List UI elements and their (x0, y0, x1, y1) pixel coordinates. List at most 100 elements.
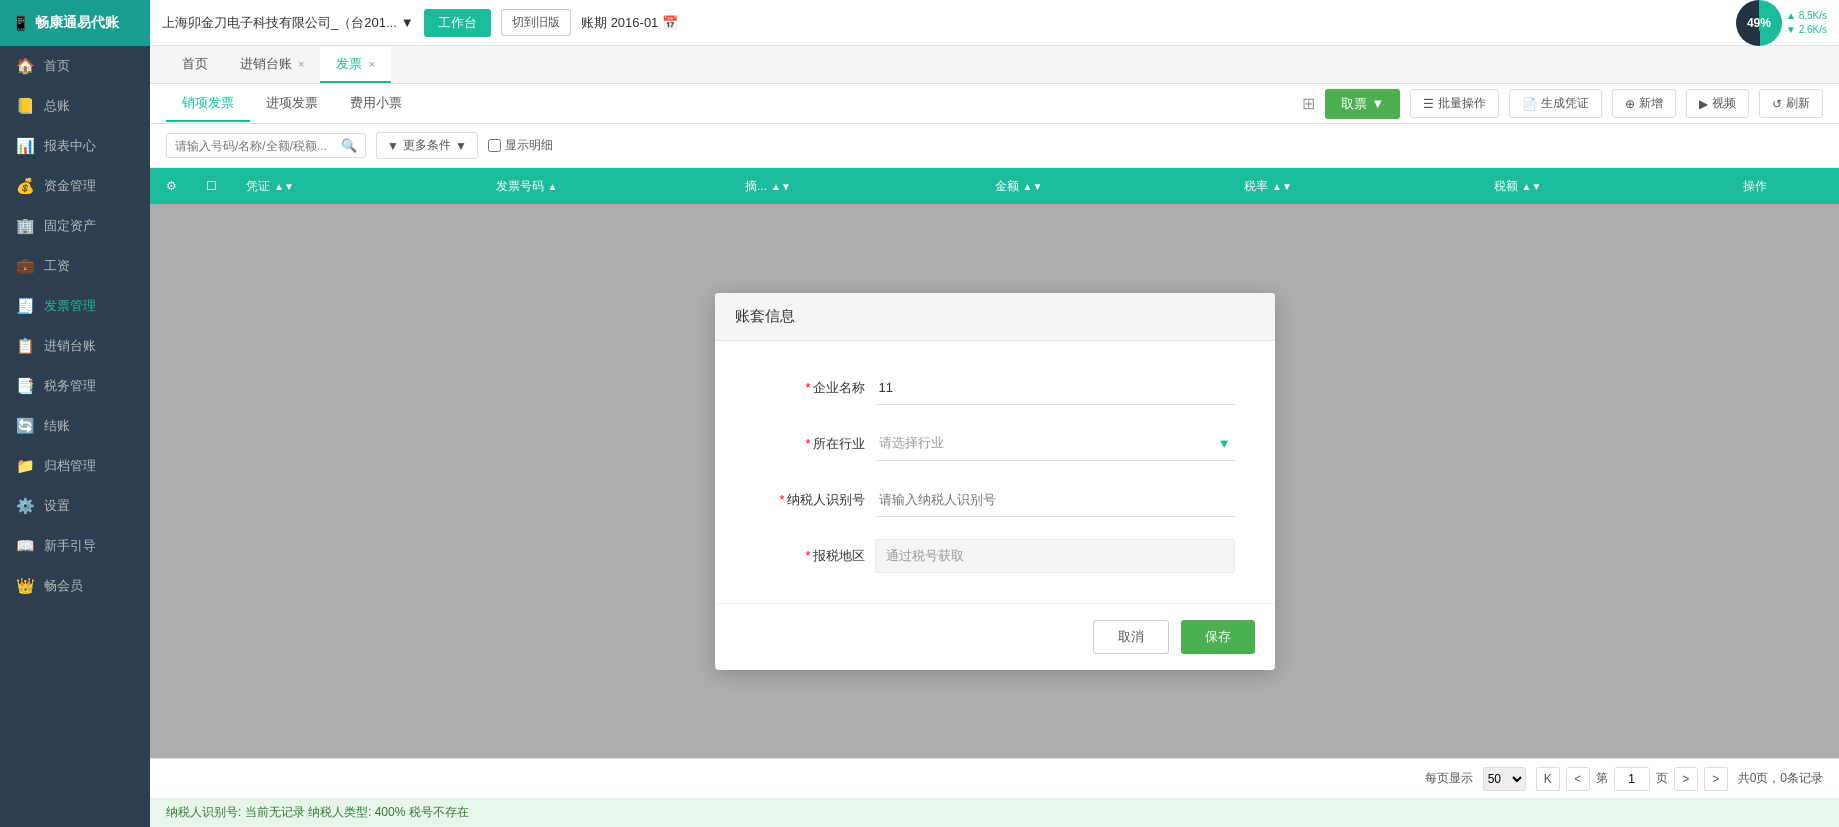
logo-icon: 📱 (12, 15, 29, 31)
cancel-button[interactable]: 取消 (1093, 620, 1169, 654)
subtab-label-1: 进项发票 (266, 95, 318, 110)
sidebar-item-5[interactable]: 💼工资 (0, 246, 150, 286)
sidebar-item-9[interactable]: 🔄结账 (0, 406, 150, 446)
tax-id-label: *纳税人识别号 (755, 491, 865, 509)
save-button[interactable]: 保存 (1181, 620, 1255, 654)
per-page-select[interactable]: 50 100 (1483, 767, 1526, 791)
grid-icon[interactable]: ⊞ (1302, 94, 1315, 113)
show-detail-checkbox[interactable]: 显示明细 (488, 137, 553, 154)
dialog-body: *企业名称 *所在行业 请选择行业 ▼ (715, 341, 1275, 603)
sidebar-item-11[interactable]: ⚙️设置 (0, 486, 150, 526)
topbar-right: 49% ▲ 8.5K/s ▼ 2.6K/s (1736, 0, 1827, 46)
refresh-button[interactable]: ↺ 刷新 (1759, 89, 1823, 118)
th-voucher: 凭证 ▲▼ (246, 178, 496, 195)
search-box[interactable]: 🔍 (166, 133, 366, 158)
switch-old-button[interactable]: 切到旧版 (501, 9, 571, 36)
sidebar-icon-10: 📁 (16, 457, 34, 475)
calendar-icon[interactable]: 📅 (662, 15, 678, 30)
tab-label-0: 首页 (182, 55, 208, 73)
account-info-dialog: 账套信息 *企业名称 *所在行业 (715, 293, 1275, 670)
company-name-label: *企业名称 (755, 379, 865, 397)
content-area: 账套信息 *企业名称 *所在行业 (150, 204, 1839, 758)
sidebar-label-8: 税务管理 (44, 377, 96, 395)
sidebar-label-4: 固定资产 (44, 217, 96, 235)
last-page-button[interactable]: > (1704, 767, 1728, 791)
company-selector[interactable]: 上海卯金刀电子科技有限公司_（台201... ▼ (162, 14, 414, 32)
company-name-text: 上海卯金刀电子科技有限公司_（台201... (162, 14, 397, 32)
subtab-0[interactable]: 销项发票 (166, 86, 250, 122)
sidebar-item-1[interactable]: 📒 总账 (0, 86, 150, 126)
tax-id-input[interactable] (875, 483, 1235, 517)
tax-region-label: *报税地区 (755, 547, 865, 565)
sidebar-item-4[interactable]: 🏢固定资产 (0, 206, 150, 246)
table-header: ⚙ ☐ 凭证 ▲▼ 发票号码 ▲ 摘... ▲▼ 金额 ▲▼ 税率 ▲▼ 税额 … (150, 168, 1839, 204)
total-records: 共0页，0条记录 (1738, 770, 1823, 787)
prev-page-button[interactable]: < (1566, 767, 1590, 791)
tab-close-2[interactable]: × (368, 58, 374, 70)
page-input[interactable] (1614, 767, 1650, 791)
th-action: 操作 (1743, 178, 1823, 195)
statusbar: 纳税人识别号: 当前无记录 纳税人类型: 400% 税号不存在 (150, 798, 1839, 827)
sidebar-icon-8: 📑 (16, 377, 34, 395)
video-icon: ▶ (1699, 97, 1708, 111)
voucher-icon: 📄 (1522, 97, 1537, 111)
company-dropdown-icon: ▼ (401, 15, 414, 30)
sidebar-item-10[interactable]: 📁归档管理 (0, 446, 150, 486)
sidebar-item-6[interactable]: 🧾发票管理 (0, 286, 150, 326)
sidebar-label-13: 畅会员 (44, 577, 83, 595)
subtab-2[interactable]: 费用小票 (334, 86, 418, 122)
sidebar-item-7[interactable]: 📋进销台账 (0, 326, 150, 366)
next-page-button[interactable]: > (1674, 767, 1698, 791)
first-page-button[interactable]: K (1536, 767, 1560, 791)
sidebar-icon-11: ⚙️ (16, 497, 34, 515)
percent-circle: 49% (1736, 0, 1782, 46)
batch-op-button[interactable]: ☰ 批量操作 (1410, 89, 1499, 118)
tab-0[interactable]: 首页 (166, 47, 224, 83)
industry-row: *所在行业 请选择行业 ▼ (755, 427, 1235, 461)
search-input[interactable] (175, 139, 335, 153)
industry-dropdown-icon: ▼ (1218, 436, 1231, 451)
sidebar-label-9: 结账 (44, 417, 70, 435)
subtab-1[interactable]: 进项发票 (250, 86, 334, 122)
take-ticket-button[interactable]: 取票 ▼ (1325, 89, 1400, 119)
sidebar-item-0[interactable]: 🏠首页 (0, 46, 150, 86)
workbench-button[interactable]: 工作台 (424, 9, 491, 37)
sidebar-label-12: 新手引导 (44, 537, 96, 555)
tab-1[interactable]: 进销台账 × (224, 47, 320, 83)
show-detail-check[interactable] (488, 139, 501, 152)
filter-button[interactable]: ▼ 更多条件 ▼ (376, 132, 478, 159)
video-button[interactable]: ▶ 视频 (1686, 89, 1749, 118)
dialog-footer: 取消 保存 (715, 603, 1275, 670)
search-icon: 🔍 (341, 138, 357, 153)
industry-label: *所在行业 (755, 435, 865, 453)
sidebar-icon-12: 📖 (16, 537, 34, 555)
sidebar-label-1: 总账 (44, 97, 70, 115)
tax-region-row: *报税地区 通过税号获取 (755, 539, 1235, 573)
topbar: 上海卯金刀电子科技有限公司_（台201... ▼ 工作台 切到旧版 每页显示 账… (150, 0, 1839, 46)
th-invoice-no: 发票号码 ▲ (496, 178, 746, 195)
tab-label-2: 发票 (336, 55, 362, 73)
gen-voucher-button[interactable]: 📄 生成凭证 (1509, 89, 1602, 118)
sidebar-item-8[interactable]: 📑 税务管理 (0, 366, 150, 406)
dialog-title: 账套信息 (715, 293, 1275, 341)
new-button[interactable]: ⊕ 新增 (1612, 89, 1676, 118)
sidebar-label-5: 工资 (44, 257, 70, 275)
modal-overlay[interactable]: 账套信息 *企业名称 *所在行业 (150, 204, 1839, 758)
page-label: 第 (1596, 770, 1608, 787)
tax-region-display: 通过税号获取 (875, 539, 1235, 573)
th-amount: 金额 ▲▼ (995, 178, 1245, 195)
sidebar-icon-6: 🧾 (16, 297, 34, 315)
industry-select[interactable]: 请选择行业 ▼ (875, 427, 1235, 461)
filter-dropdown-icon: ▼ (455, 139, 467, 153)
company-name-input[interactable] (875, 371, 1235, 405)
sidebar-item-13[interactable]: 👑畅会员 (0, 566, 150, 606)
tab-close-1[interactable]: × (298, 58, 304, 70)
sidebar-item-3[interactable]: 💰资金管理 (0, 166, 150, 206)
sidebar-item-2[interactable]: 📊报表中心 (0, 126, 150, 166)
th-checkbox: ☐ (206, 179, 246, 193)
tab-2[interactable]: 发票 × (320, 47, 390, 83)
sidebar-icon-1: 📒 (16, 97, 34, 115)
sidebar-item-12[interactable]: 📖 新手引导 (0, 526, 150, 566)
refresh-icon: ↺ (1772, 97, 1782, 111)
sidebar-label-7: 进销台账 (44, 337, 96, 355)
